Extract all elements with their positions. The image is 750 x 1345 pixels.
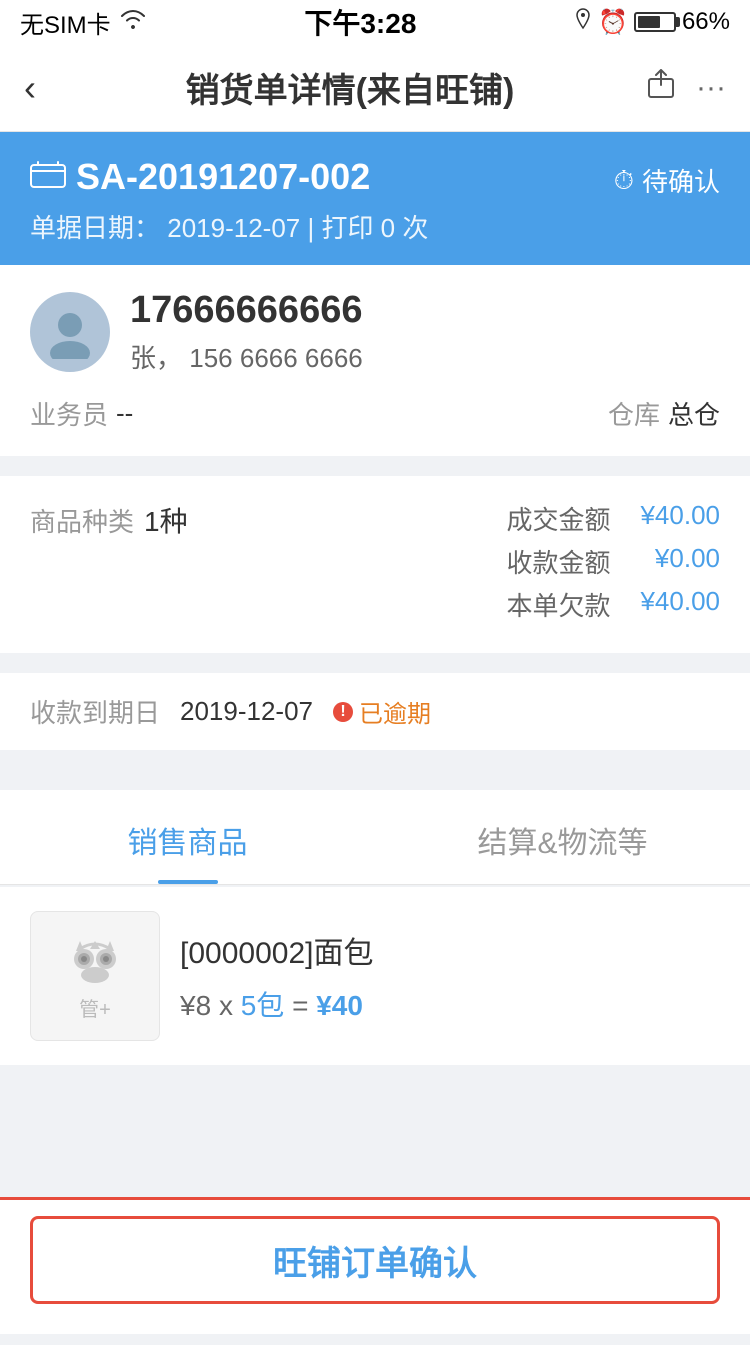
sales-label: 业务员 bbox=[30, 395, 108, 432]
amount-row: 成交金额 ¥40.00 bbox=[506, 500, 720, 537]
product-name: [0000002]面包 bbox=[180, 928, 720, 972]
due-section: 收款到期日 2019-12-07 ! 已逾期 bbox=[0, 673, 750, 750]
warehouse-label: 仓库 bbox=[608, 395, 660, 432]
divider-2 bbox=[0, 653, 750, 673]
sales-item: 业务员 -- bbox=[30, 395, 133, 432]
share-icon[interactable] bbox=[646, 69, 676, 107]
product-logo-plus: 管+ bbox=[79, 993, 111, 1022]
back-button[interactable]: ‹ bbox=[24, 67, 74, 109]
battery-icon bbox=[634, 12, 676, 32]
product-image: 管+ bbox=[30, 911, 160, 1041]
customer-name: 张， 156 6666 6666 bbox=[130, 338, 363, 375]
status-time: 下午3:28 bbox=[304, 2, 416, 42]
product-item: 管+ [0000002]面包 ¥8 x 5包 = ¥40 bbox=[30, 911, 720, 1041]
page-title: 销货单详情(来自旺铺) bbox=[74, 63, 626, 112]
price-multiply: x bbox=[219, 990, 241, 1021]
summary-section: 商品种类 1种 成交金额 ¥40.00 收款金额 ¥0.00 本单欠款 ¥40.… bbox=[0, 476, 750, 653]
carrier-label: 无SIM卡 bbox=[20, 5, 111, 40]
customer-row: 17666666666 张， 156 6666 6666 bbox=[30, 289, 720, 375]
debt-value: ¥40.00 bbox=[640, 586, 720, 623]
price-amount: ¥8 bbox=[180, 990, 211, 1021]
battery-percent: 66% bbox=[682, 8, 730, 36]
sales-value: -- bbox=[116, 398, 133, 429]
divider-3 bbox=[0, 750, 750, 770]
summary-row: 商品种类 1种 成交金额 ¥40.00 收款金额 ¥0.00 本单欠款 ¥40.… bbox=[30, 500, 720, 629]
warehouse-value: 总仓 bbox=[668, 395, 720, 432]
nav-bar: ‹ 销货单详情(来自旺铺) ··· bbox=[0, 44, 750, 132]
due-label: 收款到期日 bbox=[30, 693, 160, 730]
status-bar-right: ⏰ 66% bbox=[574, 8, 730, 37]
customer-section: 17666666666 张， 156 6666 6666 业务员 -- 仓库 总… bbox=[0, 265, 750, 456]
product-section: 管+ [0000002]面包 ¥8 x 5包 = ¥40 bbox=[0, 887, 750, 1065]
status-bar: 无SIM卡 下午3:28 ⏰ 66% bbox=[0, 0, 750, 44]
product-price: ¥8 x 5包 = ¥40 bbox=[180, 984, 720, 1024]
customer-phone: 17666666666 bbox=[130, 289, 363, 332]
confirm-button[interactable]: 旺铺订单确认 bbox=[30, 1216, 720, 1304]
due-date-value: 2019-12-07 bbox=[180, 696, 313, 727]
divider-1 bbox=[0, 456, 750, 476]
amounts: 成交金额 ¥40.00 收款金额 ¥0.00 本单欠款 ¥40.00 bbox=[506, 500, 720, 629]
product-kind: 商品种类 1种 bbox=[30, 500, 188, 540]
clock-icon: ⏰ bbox=[598, 8, 628, 37]
order-status: ⏱ 待确认 bbox=[614, 162, 720, 199]
status-clock-icon: ⏱ bbox=[614, 165, 634, 197]
order-id-text: SA-20191207-002 bbox=[76, 156, 370, 198]
tabs: 销售商品 结算&物流等 bbox=[0, 790, 750, 884]
location-icon bbox=[574, 8, 592, 37]
debt-label: 本单欠款 bbox=[506, 586, 610, 623]
debt-row: 本单欠款 ¥40.00 bbox=[506, 586, 720, 623]
wifi-icon bbox=[119, 8, 147, 37]
amount-value: ¥40.00 bbox=[640, 500, 720, 537]
product-kind-value: 1种 bbox=[144, 500, 188, 540]
price-qty: 5包 bbox=[241, 990, 285, 1021]
overdue-icon: ! bbox=[333, 702, 353, 722]
more-icon[interactable]: ··· bbox=[696, 71, 726, 105]
bottom-bar: 旺铺订单确认 bbox=[0, 1197, 750, 1334]
received-value: ¥0.00 bbox=[655, 543, 720, 580]
received-row: 收款金额 ¥0.00 bbox=[506, 543, 720, 580]
order-id-row: SA-20191207-002 bbox=[30, 156, 428, 198]
nav-actions: ··· bbox=[626, 69, 726, 107]
price-equals: = bbox=[292, 990, 316, 1021]
avatar bbox=[30, 292, 110, 372]
tab-settlement[interactable]: 结算&物流等 bbox=[375, 790, 750, 884]
order-icon bbox=[30, 156, 66, 198]
overdue-badge: ! 已逾期 bbox=[333, 694, 431, 729]
order-date-row: 单据日期： 2019-12-07 | 打印 0 次 bbox=[30, 208, 428, 245]
tabs-section: 销售商品 结算&物流等 bbox=[0, 790, 750, 885]
warehouse-item: 仓库 总仓 bbox=[608, 395, 720, 432]
status-text: 待确认 bbox=[642, 162, 720, 199]
status-bar-left: 无SIM卡 bbox=[20, 5, 147, 40]
order-header-left: SA-20191207-002 单据日期： 2019-12-07 | 打印 0 … bbox=[30, 156, 428, 245]
received-label: 收款金额 bbox=[506, 543, 610, 580]
customer-info: 17666666666 张， 156 6666 6666 bbox=[130, 289, 363, 375]
amount-label: 成交金额 bbox=[506, 500, 610, 537]
product-image-inner: 管+ bbox=[60, 931, 130, 1022]
product-kind-label: 商品种类 bbox=[30, 502, 134, 539]
customer-meta: 业务员 -- 仓库 总仓 bbox=[30, 395, 720, 432]
overdue-text: 已逾期 bbox=[359, 694, 431, 729]
tab-sales[interactable]: 销售商品 bbox=[0, 790, 375, 884]
price-total: ¥40 bbox=[316, 990, 363, 1021]
order-header: SA-20191207-002 单据日期： 2019-12-07 | 打印 0 … bbox=[0, 132, 750, 265]
product-info: [0000002]面包 ¥8 x 5包 = ¥40 bbox=[180, 928, 720, 1024]
